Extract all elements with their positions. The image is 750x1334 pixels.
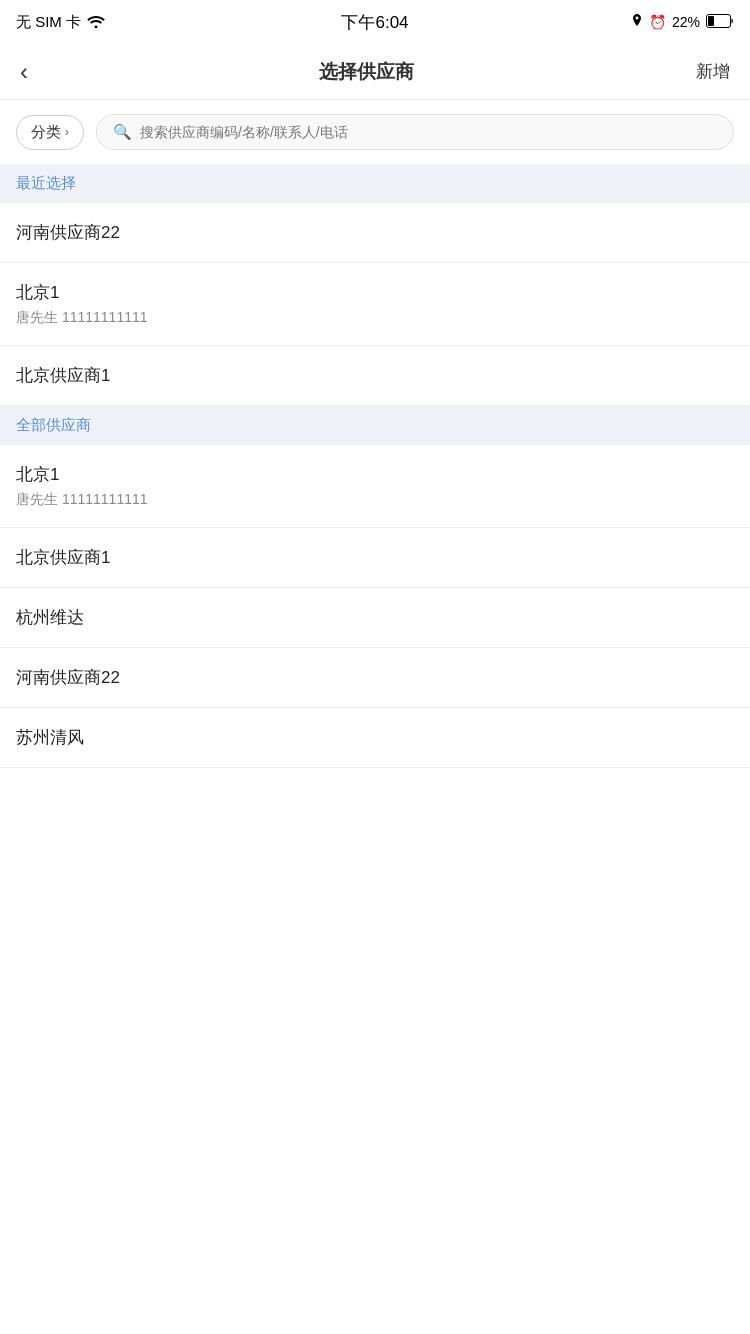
list-item[interactable]: 北京1 唐先生 11111111111: [0, 263, 750, 346]
item-sub: 唐先生 11111111111: [16, 309, 734, 327]
content-area: 最近选择河南供应商22 北京1 唐先生 11111111111 北京供应商1 全部供应商…: [0, 164, 750, 768]
list-item[interactable]: 河南供应商22: [0, 203, 750, 263]
svg-rect-1: [708, 16, 714, 26]
location-icon: [631, 14, 643, 31]
category-label: 分类: [31, 123, 61, 142]
add-button[interactable]: 新增: [696, 60, 730, 83]
search-input[interactable]: [140, 124, 717, 140]
status-bar: 无 SIM 卡 下午6:04 ⏰ 22%: [0, 0, 750, 44]
list-item[interactable]: 北京供应商1: [0, 346, 750, 406]
list-item[interactable]: 河南供应商22: [0, 648, 750, 708]
status-right: ⏰ 22%: [631, 14, 734, 31]
chevron-right-icon: ›: [65, 125, 69, 139]
battery-percent: 22%: [672, 14, 700, 30]
search-box[interactable]: 🔍: [96, 114, 734, 150]
item-name: 苏州清风: [16, 726, 734, 749]
battery-icon: [706, 14, 734, 31]
item-name: 河南供应商22: [16, 221, 734, 244]
back-button[interactable]: ‹: [20, 54, 36, 90]
list-item[interactable]: 苏州清风: [0, 708, 750, 768]
list-item[interactable]: 杭州维达: [0, 588, 750, 648]
filter-bar: 分类 › 🔍: [0, 100, 750, 164]
status-time: 下午6:04: [341, 11, 408, 34]
item-name: 北京供应商1: [16, 546, 734, 569]
status-left: 无 SIM 卡: [16, 13, 105, 32]
item-sub: 唐先生 11111111111: [16, 491, 734, 509]
item-name: 北京1: [16, 463, 734, 486]
search-icon: 🔍: [113, 123, 132, 141]
list-item[interactable]: 北京1 唐先生 11111111111: [0, 445, 750, 528]
item-name: 杭州维达: [16, 606, 734, 629]
wifi-icon: [87, 14, 105, 31]
item-name: 北京供应商1: [16, 364, 734, 387]
nav-bar: ‹ 选择供应商 新增: [0, 44, 750, 100]
item-name: 河南供应商22: [16, 666, 734, 689]
sim-label: 无 SIM 卡: [16, 13, 81, 32]
list-item[interactable]: 北京供应商1: [0, 528, 750, 588]
section-header-all: 全部供应商: [0, 406, 750, 445]
section-header-recent: 最近选择: [0, 164, 750, 203]
alarm-icon: ⏰: [649, 14, 666, 30]
category-button[interactable]: 分类 ›: [16, 115, 84, 150]
page-title: 选择供应商: [319, 59, 414, 85]
item-name: 北京1: [16, 281, 734, 304]
